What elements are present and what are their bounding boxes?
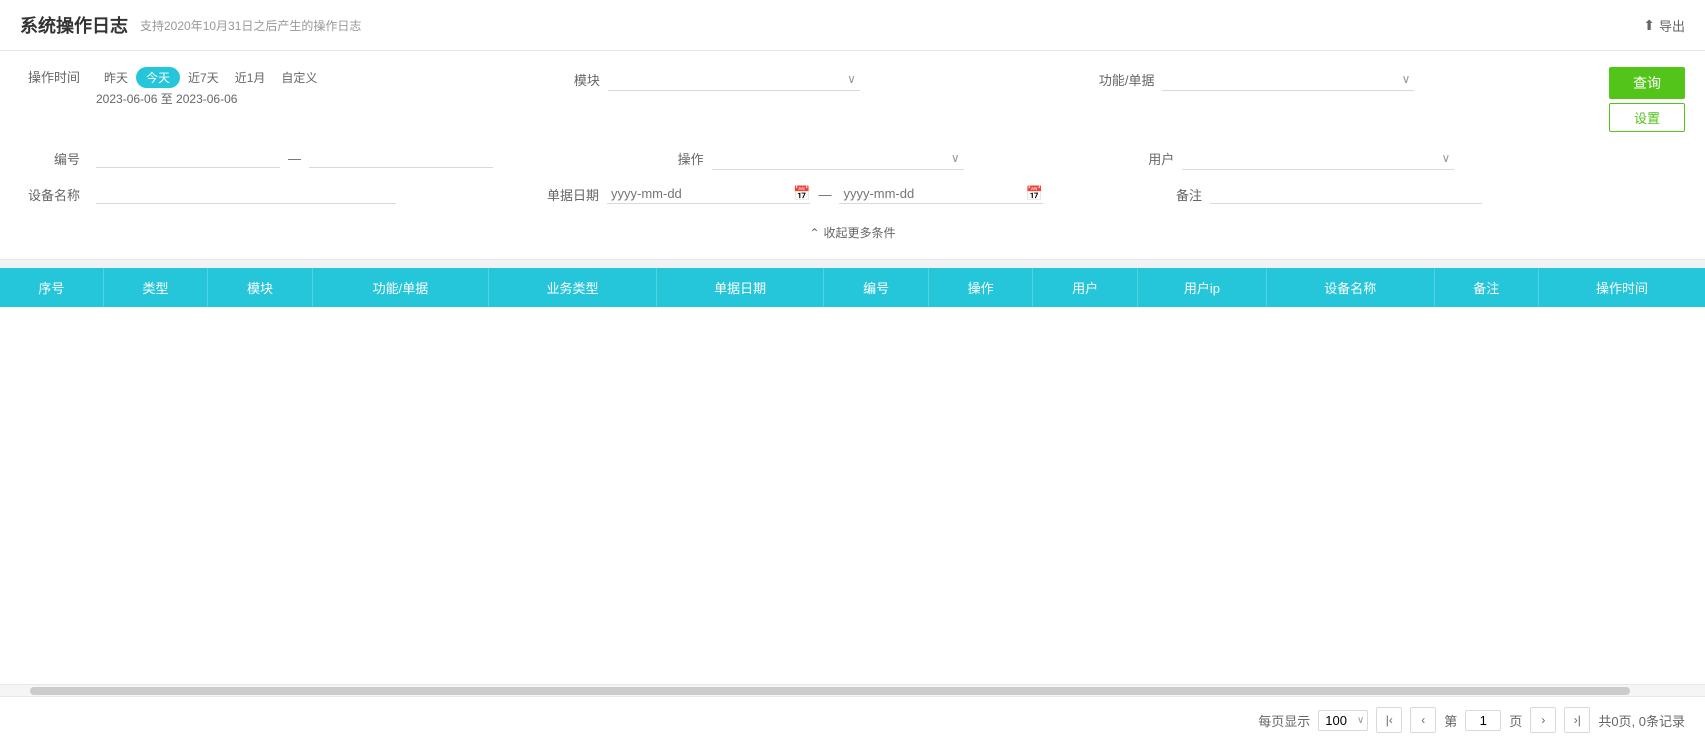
col-number: 编号 [824, 268, 928, 307]
operation-select[interactable] [712, 146, 964, 170]
col-feature: 功能/单据 [312, 268, 488, 307]
per-page-select-wrapper: 10 20 50 100 200 ∨ [1318, 710, 1368, 731]
remark-input[interactable] [1210, 184, 1482, 204]
per-page-select[interactable]: 10 20 50 100 200 [1318, 710, 1368, 731]
export-icon: ⬆ [1643, 17, 1655, 34]
page-label: 第 [1444, 711, 1457, 730]
user-label: 用户 [1114, 149, 1174, 168]
page-container: 系统操作日志 支持2020年10月31日之后产生的操作日志 ⬆ 导出 操作时间 … [0, 0, 1705, 743]
header-left: 系统操作日志 支持2020年10月31日之后产生的操作日志 [20, 12, 361, 38]
collapse-label: 收起更多条件 [824, 224, 896, 241]
remark-label: 备注 [1142, 185, 1202, 204]
filter-row-3: 设备名称 单据日期 📅 — 📅 [20, 184, 1685, 204]
time-label: 操作时间 [20, 67, 80, 86]
export-button[interactable]: ⬆ 导出 [1643, 16, 1685, 35]
first-page-button[interactable]: |‹ [1376, 707, 1402, 733]
pagination-bar: 每页显示 10 20 50 100 200 ∨ |‹ ‹ 第 页 › ›| 共0… [0, 696, 1705, 743]
operation-label: 操作 [644, 149, 704, 168]
col-operation: 操作 [928, 268, 1032, 307]
date-from-input[interactable] [607, 184, 791, 203]
col-seq: 序号 [0, 268, 103, 307]
date-from-wrapper: 📅 [607, 184, 810, 204]
number-separator: — [288, 151, 301, 166]
scrollbar-thumb[interactable] [30, 687, 1630, 695]
number-range-wrapper: — [96, 148, 493, 168]
settings-button[interactable]: 设置 [1609, 103, 1685, 132]
time-filter-wrapper: 昨天 今天 近7天 近1月 自定义 2023-06-06 至 2023-06-0… [96, 67, 325, 107]
feature-select[interactable] [1162, 67, 1414, 91]
col-type: 类型 [103, 268, 207, 307]
time-buttons-group: 昨天 今天 近7天 近1月 自定义 [96, 67, 325, 88]
last-page-button[interactable]: ›| [1564, 707, 1590, 733]
table-section: 序号 类型 模块 功能/单据 业务类型 单据日期 编号 操作 用户 用户ip 设… [0, 268, 1705, 684]
data-table: 序号 类型 模块 功能/单据 业务类型 单据日期 编号 操作 用户 用户ip 设… [0, 268, 1705, 307]
date-to-input[interactable] [839, 184, 1023, 203]
number-input-to[interactable] [309, 148, 493, 168]
col-voucher-date: 单据日期 [656, 268, 824, 307]
operation-select-wrapper: ∨ [712, 146, 964, 170]
export-label: 导出 [1659, 16, 1685, 35]
filter-row-2: 编号 — 操作 ∨ 用户 [20, 146, 1685, 170]
col-module: 模块 [208, 268, 312, 307]
device-input[interactable] [96, 184, 396, 204]
time-btn-7days[interactable]: 近7天 [180, 67, 227, 88]
col-remark: 备注 [1434, 268, 1538, 307]
per-page-label: 每页显示 [1258, 711, 1310, 730]
col-biz-type: 业务类型 [489, 268, 657, 307]
page-subtitle: 支持2020年10月31日之后产生的操作日志 [140, 17, 361, 34]
user-select-wrapper: ∨ [1182, 146, 1454, 170]
date-to-wrapper: 📅 [839, 184, 1042, 204]
feature-label: 功能/单据 [1074, 70, 1154, 89]
calendar-to-icon[interactable]: 📅 [1025, 185, 1042, 202]
module-select-wrapper: ∨ [608, 67, 860, 91]
feature-select-wrapper: ∨ [1162, 67, 1414, 91]
number-label: 编号 [20, 149, 80, 168]
device-label: 设备名称 [20, 185, 80, 204]
time-btn-today[interactable]: 今天 [136, 67, 180, 88]
time-btn-1month[interactable]: 近1月 [227, 67, 274, 88]
next-page-button[interactable]: › [1530, 707, 1556, 733]
page-total: 共0页, 0条记录 [1598, 711, 1685, 730]
module-label: 模块 [540, 70, 600, 89]
col-user: 用户 [1033, 268, 1137, 307]
collapse-bar: ⌃ 收起更多条件 [20, 218, 1685, 251]
empty-area [0, 307, 1705, 647]
page-unit: 页 [1509, 711, 1522, 730]
page-input[interactable] [1465, 710, 1501, 731]
filter-row-1: 操作时间 昨天 今天 近7天 近1月 自定义 2023-06-06 至 2023… [20, 67, 1685, 132]
time-btn-yesterday[interactable]: 昨天 [96, 67, 136, 88]
user-select[interactable] [1182, 146, 1454, 170]
horizontal-scrollbar[interactable] [0, 684, 1705, 696]
col-op-time: 操作时间 [1539, 268, 1705, 307]
prev-page-button[interactable]: ‹ [1410, 707, 1436, 733]
voucher-date-label: 单据日期 [519, 185, 599, 204]
calendar-from-icon[interactable]: 📅 [793, 185, 810, 202]
page-header: 系统操作日志 支持2020年10月31日之后产生的操作日志 ⬆ 导出 [0, 0, 1705, 51]
action-buttons: 查询 设置 [1609, 67, 1685, 132]
number-input-from[interactable] [96, 148, 280, 168]
col-user-ip: 用户ip [1137, 268, 1266, 307]
module-select[interactable] [608, 67, 860, 91]
filter-area: 操作时间 昨天 今天 近7天 近1月 自定义 2023-06-06 至 2023… [0, 51, 1705, 260]
collapse-button[interactable]: ⌃ 收起更多条件 [809, 224, 895, 241]
date-separator: — [818, 187, 831, 202]
col-device: 设备名称 [1266, 268, 1434, 307]
collapse-icon: ⌃ [809, 226, 819, 240]
table-header: 序号 类型 模块 功能/单据 业务类型 单据日期 编号 操作 用户 用户ip 设… [0, 268, 1705, 307]
time-btn-custom[interactable]: 自定义 [273, 67, 325, 88]
page-title: 系统操作日志 [20, 12, 128, 38]
time-range-text: 2023-06-06 至 2023-06-06 [96, 90, 325, 107]
table-header-row: 序号 类型 模块 功能/单据 业务类型 单据日期 编号 操作 用户 用户ip 设… [0, 268, 1705, 307]
query-button[interactable]: 查询 [1609, 67, 1685, 99]
